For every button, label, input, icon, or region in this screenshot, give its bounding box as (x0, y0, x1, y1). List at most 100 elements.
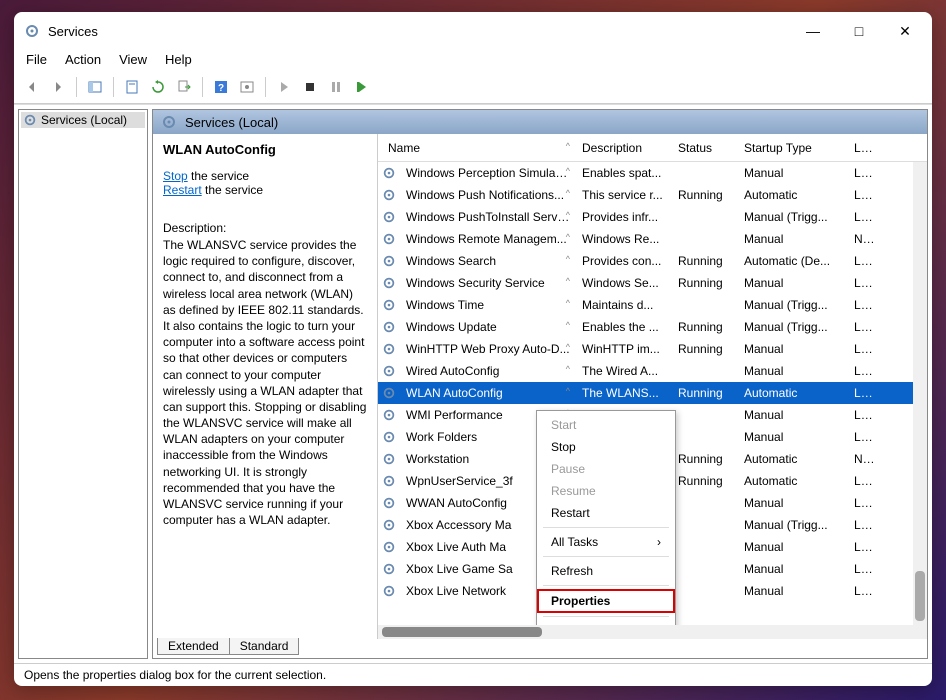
play-button[interactable] (272, 75, 296, 99)
service-row[interactable]: Windows Push Notifications...This servic… (378, 184, 927, 206)
detail-title: WLAN AutoConfig (163, 142, 367, 157)
cell-logon: Loc (848, 474, 878, 488)
ctx-all-tasks[interactable]: All Tasks› (537, 531, 675, 553)
col-description[interactable]: Description (576, 141, 672, 155)
list-header-title: Services (Local) (185, 115, 278, 130)
hscroll-thumb[interactable] (382, 627, 542, 637)
properties-toolbar-button[interactable] (120, 75, 144, 99)
stop-link-line: Stop the service (163, 169, 367, 183)
gear-icon (382, 232, 396, 246)
pause-button[interactable] (324, 75, 348, 99)
cell-startup: Manual (738, 232, 848, 246)
services-window: Services ― □ ✕ File Action View Help ? (14, 12, 932, 686)
view-tabs: Extended Standard (153, 639, 927, 658)
menu-help[interactable]: Help (165, 52, 192, 67)
gear-icon (382, 540, 396, 554)
statusbar: Opens the properties dialog box for the … (14, 663, 932, 686)
service-row[interactable]: Windows Perception Simulati...Enables sp… (378, 162, 927, 184)
minimize-button[interactable]: ― (790, 12, 836, 50)
back-button[interactable] (20, 75, 44, 99)
ctx-properties[interactable]: Properties (537, 589, 675, 613)
tool-button[interactable] (235, 75, 259, 99)
app-icon (24, 23, 40, 39)
restart-link[interactable]: Restart (163, 183, 202, 197)
gear-icon (382, 276, 396, 290)
chevron-right-icon: › (657, 535, 661, 549)
ctx-divider (543, 616, 669, 617)
col-status[interactable]: Status (672, 141, 738, 155)
cell-name: Windows Search (400, 254, 576, 268)
cell-name: Windows Time (400, 298, 576, 312)
cell-startup: Manual (738, 584, 848, 598)
context-menu: Start Stop Pause Resume Restart All Task… (536, 410, 676, 625)
horizontal-scrollbar[interactable] (378, 625, 927, 639)
cell-startup: Automatic (738, 188, 848, 202)
cell-logon: Loc (848, 496, 878, 510)
cell-startup: Manual (738, 562, 848, 576)
close-button[interactable]: ✕ (882, 12, 928, 50)
restart-link-line: Restart the service (163, 183, 367, 197)
cell-logon: Loc (848, 276, 878, 290)
cell-startup: Manual (738, 342, 848, 356)
menu-view[interactable]: View (119, 52, 147, 67)
service-row[interactable]: Windows PushToInstall Servi...Provides i… (378, 206, 927, 228)
cell-startup: Manual (Trigg... (738, 518, 848, 532)
description-text: The WLANSVC service provides the logic r… (163, 237, 367, 528)
cell-logon: Loc (848, 540, 878, 554)
maximize-button[interactable]: □ (836, 12, 882, 50)
cell-status: Running (672, 474, 738, 488)
gear-icon (382, 518, 396, 532)
scrollbar-thumb[interactable] (915, 571, 925, 621)
cell-status: Running (672, 386, 738, 400)
panes: WLAN AutoConfig Stop the service Restart… (153, 134, 927, 639)
cell-description: Enables the ... (576, 320, 672, 334)
cell-name: Windows Update (400, 320, 576, 334)
show-hide-tree-button[interactable] (83, 75, 107, 99)
cell-description: Windows Se... (576, 276, 672, 290)
cell-logon: Loc (848, 562, 878, 576)
cell-startup: Manual (738, 166, 848, 180)
vertical-scrollbar[interactable] (913, 162, 927, 625)
cell-startup: Automatic (738, 474, 848, 488)
service-row[interactable]: Windows SearchProvides con...RunningAuto… (378, 250, 927, 272)
tree-root-item[interactable]: Services (Local) (21, 112, 145, 128)
col-name[interactable]: Name (382, 141, 576, 155)
gear-icon (382, 584, 396, 598)
tab-standard[interactable]: Standard (229, 638, 300, 655)
cell-logon: Loc (848, 188, 878, 202)
ctx-refresh[interactable]: Refresh (537, 560, 675, 582)
col-startup[interactable]: Startup Type (738, 141, 848, 155)
service-row[interactable]: WinHTTP Web Proxy Auto-D...WinHTTP im...… (378, 338, 927, 360)
menu-file[interactable]: File (26, 52, 47, 67)
gear-icon (382, 254, 396, 268)
column-headers: Name Description Status Startup Type Log (378, 134, 927, 162)
cell-name: Windows Remote Managem... (400, 232, 576, 246)
export-button[interactable] (172, 75, 196, 99)
service-row[interactable]: Windows TimeMaintains d...Manual (Trigg.… (378, 294, 927, 316)
ctx-stop[interactable]: Stop (537, 436, 675, 458)
help-toolbar-button[interactable]: ? (209, 75, 233, 99)
cell-name: Windows Push Notifications... (400, 188, 576, 202)
service-row[interactable]: Windows Remote Managem...Windows Re... Ma… (378, 228, 927, 250)
menu-action[interactable]: Action (65, 52, 101, 67)
col-logon[interactable]: Log (848, 141, 878, 155)
ctx-help[interactable]: Help (537, 620, 675, 625)
cell-description: Maintains d... (576, 298, 672, 312)
cell-logon: Loc (848, 210, 878, 224)
cell-description: Windows Re... (576, 232, 672, 246)
refresh-button[interactable] (146, 75, 170, 99)
ctx-restart[interactable]: Restart (537, 502, 675, 524)
service-row[interactable]: Windows UpdateEnables the ...RunningManu… (378, 316, 927, 338)
restart-toolbar-button[interactable] (350, 75, 374, 99)
stop-button[interactable] (298, 75, 322, 99)
cell-status: Running (672, 320, 738, 334)
forward-button[interactable] (46, 75, 70, 99)
service-row[interactable]: Windows Security ServiceWindows Se...Run… (378, 272, 927, 294)
tab-extended[interactable]: Extended (157, 638, 229, 655)
service-row[interactable]: WLAN AutoConfigThe WLANS...RunningAutoma… (378, 382, 927, 404)
service-row[interactable]: Wired AutoConfigThe Wired A...ManualLoc (378, 360, 927, 382)
ctx-divider (543, 527, 669, 528)
stop-link[interactable]: Stop (163, 169, 188, 183)
detail-pane: WLAN AutoConfig Stop the service Restart… (153, 134, 378, 639)
cell-description: WinHTTP im... (576, 342, 672, 356)
